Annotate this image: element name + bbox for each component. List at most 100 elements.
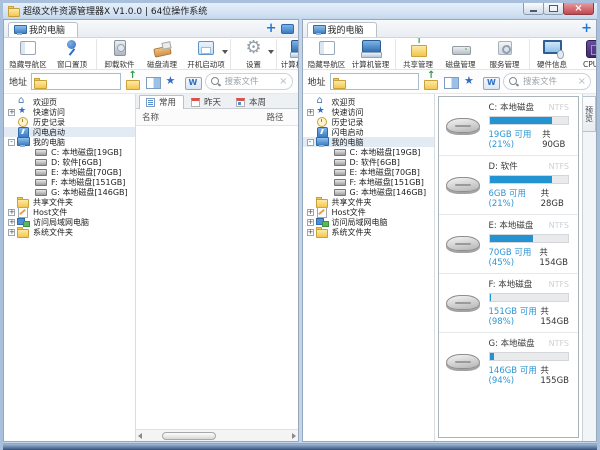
drive-icon bbox=[446, 354, 480, 369]
tab-my-computer[interactable]: 我的电脑 bbox=[8, 22, 78, 37]
disk-item[interactable]: E: 本地磁盘 NTFS 70GB 可用(45%) 共 154GB bbox=[439, 215, 579, 274]
expander-icon[interactable]: + bbox=[307, 209, 314, 216]
scroll-right-arrow-icon[interactable] bbox=[292, 433, 296, 439]
toolbar-button[interactable]: 卸载软件 bbox=[96, 39, 140, 69]
toolbar-button[interactable]: 服务管理 bbox=[483, 39, 527, 69]
tree-item[interactable]: + 快速访问 bbox=[4, 107, 135, 117]
expander-icon[interactable]: - bbox=[8, 139, 15, 146]
tree-item[interactable]: + 系统文件夹 bbox=[303, 227, 434, 237]
toolbar-button[interactable]: 开机启动项 bbox=[184, 39, 228, 69]
split-view-icon[interactable] bbox=[443, 74, 459, 90]
tree-item[interactable]: + Host文件 bbox=[303, 207, 434, 217]
expander-icon[interactable]: + bbox=[8, 209, 15, 216]
disk-item[interactable]: C: 本地磁盘 NTFS 19GB 可用(21%) 共 90GB bbox=[439, 97, 579, 156]
tree-item[interactable]: F: 本地磁盘[151GB] bbox=[4, 177, 135, 187]
toolbar-label: 卸载软件 bbox=[105, 59, 135, 70]
toolbar-button[interactable]: 窗口置顶 bbox=[50, 39, 94, 69]
dropdown-caret-icon[interactable] bbox=[222, 50, 228, 54]
file-list-tab[interactable]: 常用 bbox=[139, 95, 184, 109]
expander-icon[interactable]: + bbox=[8, 229, 15, 236]
expander-icon[interactable]: + bbox=[8, 109, 15, 116]
disk-item[interactable]: F: 本地磁盘 NTFS 151GB 可用(98%) 共 154GB bbox=[439, 274, 579, 333]
clear-search-icon[interactable] bbox=[279, 77, 287, 87]
disk-item[interactable]: D: 软件 NTFS 6GB 可用(21%) 共 28GB bbox=[439, 156, 579, 215]
close-button[interactable] bbox=[563, 3, 594, 15]
tree-item[interactable]: G: 本地磁盘[146GB] bbox=[4, 187, 135, 197]
minimize-button[interactable] bbox=[523, 3, 544, 15]
toolbar-button[interactable]: 磁盘清理 bbox=[140, 39, 184, 69]
pane-toggle-button[interactable] bbox=[281, 24, 294, 34]
tree-item[interactable]: + 访问局域网电脑 bbox=[303, 217, 434, 227]
favorites-star-icon[interactable] bbox=[165, 74, 181, 90]
horizontal-scrollbar[interactable] bbox=[136, 429, 298, 441]
toolbar-button[interactable]: 计算机管理 bbox=[276, 39, 298, 69]
clear-search-icon[interactable] bbox=[578, 77, 586, 87]
disk-filesystem: NTFS bbox=[549, 339, 569, 348]
tree-item[interactable]: 闪电启动 bbox=[4, 127, 135, 137]
column-name[interactable]: 名称 bbox=[142, 111, 159, 123]
tree-item-icon bbox=[334, 147, 347, 157]
address-input[interactable] bbox=[47, 76, 117, 88]
toolbar-button[interactable]: 磁盘管理 bbox=[439, 39, 483, 69]
tree-item[interactable]: + 系统文件夹 bbox=[4, 227, 135, 237]
file-list-tab[interactable]: 本周 bbox=[229, 95, 274, 109]
toolbar-label: 服务管理 bbox=[490, 59, 520, 70]
tree-item[interactable]: E: 本地磁盘[70GB] bbox=[303, 167, 434, 177]
expander-icon[interactable]: + bbox=[307, 219, 314, 226]
tree-item[interactable]: 历史记录 bbox=[4, 117, 135, 127]
up-folder-icon[interactable] bbox=[423, 74, 439, 90]
tree-item[interactable]: E: 本地磁盘[70GB] bbox=[4, 167, 135, 177]
tree-item[interactable]: + 快速访问 bbox=[303, 107, 434, 117]
tree-item[interactable]: + Host文件 bbox=[4, 207, 135, 217]
tree-item[interactable]: C: 本地磁盘[19GB] bbox=[4, 147, 135, 157]
tree-item[interactable]: - 我的电脑 bbox=[4, 137, 135, 147]
tree-item-icon bbox=[35, 147, 48, 157]
address-input[interactable] bbox=[346, 76, 416, 88]
add-tab-button[interactable]: + bbox=[266, 24, 277, 34]
disk-free-space: 6GB 可用(21%) bbox=[489, 187, 541, 209]
tree-item[interactable]: D: 软件[6GB] bbox=[303, 157, 434, 167]
toolbar-label: 计算机管理 bbox=[281, 59, 298, 70]
split-view-icon[interactable] bbox=[145, 74, 161, 90]
toolbar-button[interactable]: 共享管理 bbox=[395, 39, 439, 69]
toolbar-button[interactable]: CPU-Z bbox=[573, 39, 597, 69]
toolbar-button[interactable]: 隐藏导航区 bbox=[6, 39, 50, 69]
up-folder-icon[interactable] bbox=[125, 74, 141, 90]
tree-item[interactable]: F: 本地磁盘[151GB] bbox=[303, 177, 434, 187]
w-badge-icon[interactable] bbox=[483, 74, 499, 90]
toolbar-button[interactable]: 硬件信息 bbox=[529, 39, 573, 69]
toolbar-button[interactable]: 计算机管理 bbox=[349, 39, 393, 69]
tree-item[interactable]: 共享文件夹 bbox=[303, 197, 434, 207]
dropdown-caret-icon[interactable] bbox=[268, 50, 274, 54]
tree-item[interactable]: + 访问局域网电脑 bbox=[4, 217, 135, 227]
tree-item[interactable]: 闪电启动 bbox=[303, 127, 434, 137]
favorites-star-icon[interactable] bbox=[463, 74, 479, 90]
tree-item[interactable]: C: 本地磁盘[19GB] bbox=[303, 147, 434, 157]
tree-item[interactable]: - 我的电脑 bbox=[303, 137, 434, 147]
scrollbar-thumb[interactable] bbox=[162, 432, 216, 440]
expander-icon[interactable]: + bbox=[8, 219, 15, 226]
scroll-left-arrow-icon[interactable] bbox=[138, 433, 142, 439]
expander-icon[interactable]: - bbox=[307, 139, 314, 146]
expander-icon[interactable]: + bbox=[307, 109, 314, 116]
disk-item[interactable]: G: 本地磁盘 NTFS 146GB 可用(94%) 共 155GB bbox=[439, 333, 579, 391]
tree-item[interactable]: 历史记录 bbox=[303, 117, 434, 127]
tree-item[interactable]: 共享文件夹 bbox=[4, 197, 135, 207]
maximize-button[interactable] bbox=[543, 3, 564, 15]
tree-item-icon bbox=[316, 127, 329, 137]
preview-panel-tab[interactable]: 预览 bbox=[583, 96, 596, 132]
column-path[interactable]: 路径 bbox=[266, 111, 283, 123]
search-input[interactable] bbox=[223, 76, 280, 88]
file-list-tab[interactable]: 昨天 bbox=[184, 95, 229, 109]
tree-item[interactable]: G: 本地磁盘[146GB] bbox=[303, 187, 434, 197]
file-list-tabs: 常用 昨天 本周 bbox=[136, 94, 298, 109]
search-input[interactable] bbox=[521, 76, 578, 88]
add-tab-button[interactable]: + bbox=[581, 24, 592, 34]
tab-my-computer[interactable]: 我的电脑 bbox=[307, 22, 377, 37]
toolbar-icon bbox=[407, 38, 429, 58]
toolbar-button[interactable]: 隐藏导航区 bbox=[305, 39, 349, 69]
w-badge-icon[interactable] bbox=[185, 74, 201, 90]
tree-item[interactable]: D: 软件[6GB] bbox=[4, 157, 135, 167]
toolbar-button[interactable]: 设置 bbox=[230, 39, 274, 69]
expander-icon[interactable]: + bbox=[307, 229, 314, 236]
